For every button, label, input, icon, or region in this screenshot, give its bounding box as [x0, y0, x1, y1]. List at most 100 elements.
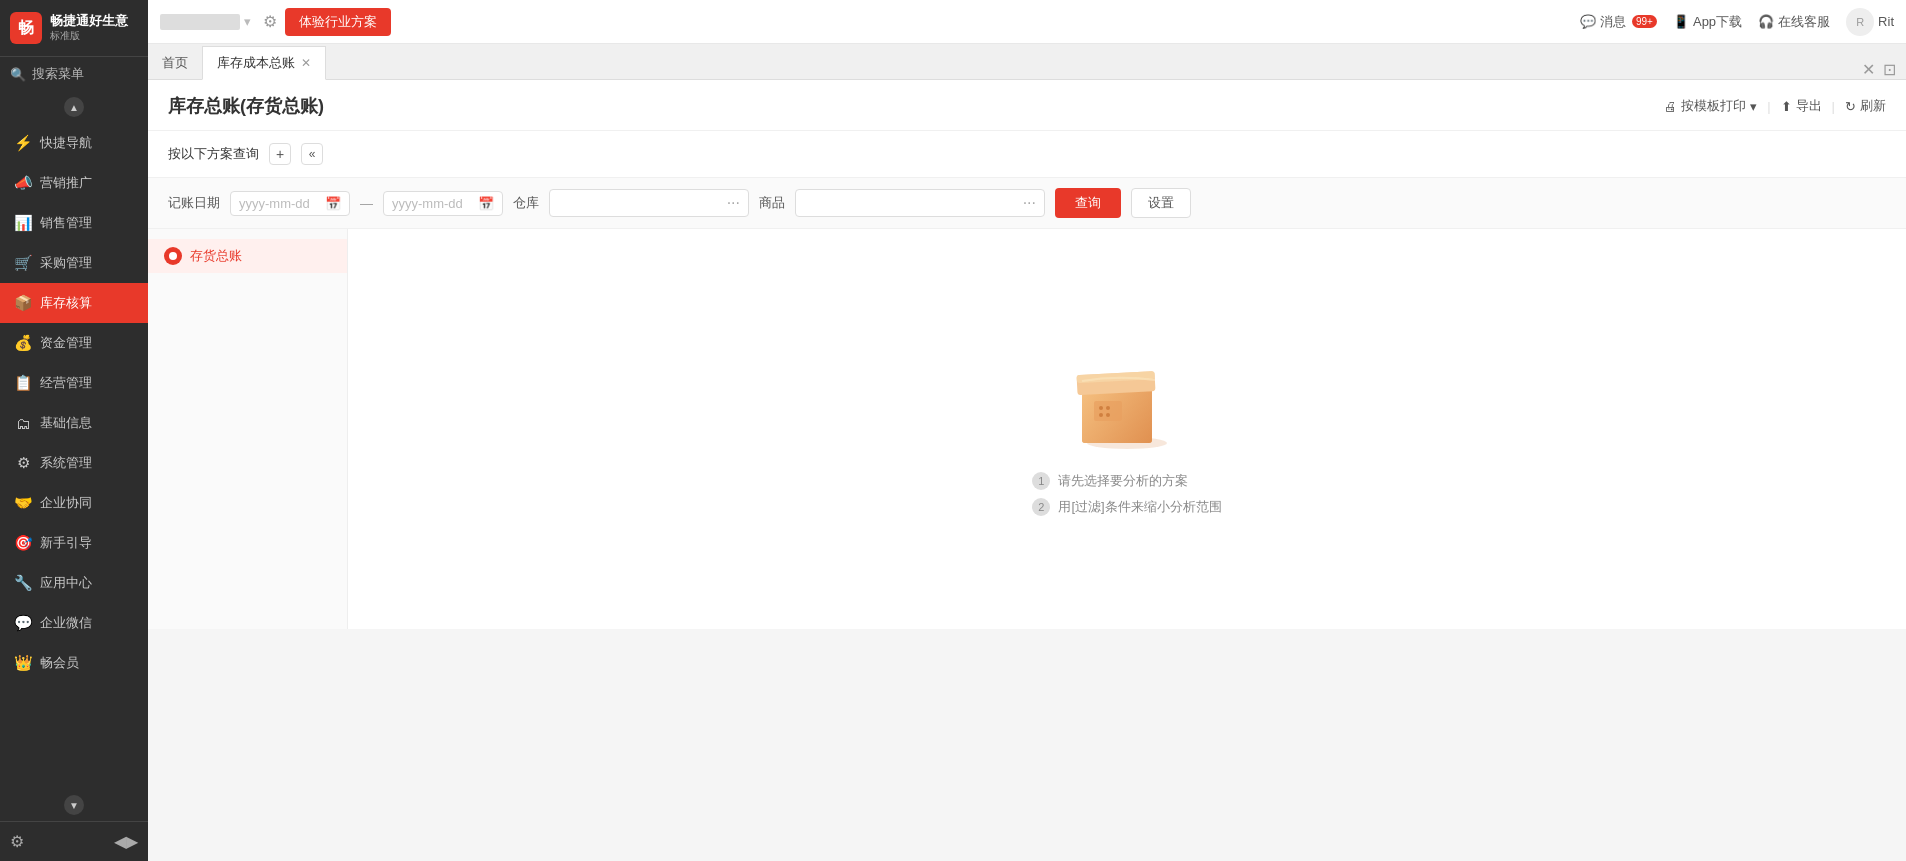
- tab-panel-close-btn[interactable]: ✕: [1862, 60, 1875, 79]
- main-area: ▾ ⚙ 体验行业方案 💬 消息 99+ 📱 App下载 🎧 在线客服 R Rit: [148, 0, 1906, 861]
- print-template-btn[interactable]: 🖨 按模板打印 ▾: [1664, 97, 1757, 115]
- svg-point-10: [1106, 413, 1110, 417]
- refresh-btn[interactable]: ↻ 刷新: [1845, 97, 1886, 115]
- system-icon: ⚙: [14, 454, 32, 472]
- tab-home-label: 首页: [162, 54, 188, 72]
- svg-point-0: [169, 252, 177, 260]
- vip-label: 畅会员: [40, 654, 79, 672]
- sidebar-toggle-btn[interactable]: ◀▶: [114, 832, 138, 851]
- date-separator: —: [360, 196, 373, 211]
- sales-icon: 📊: [14, 214, 32, 232]
- sidebar-item-coop[interactable]: 🤝 企业协同: [0, 483, 148, 523]
- warehouse-select[interactable]: ···: [549, 189, 749, 217]
- sidebar-item-quick-nav[interactable]: ⚡ 快捷导航: [0, 123, 148, 163]
- coop-label: 企业协同: [40, 494, 92, 512]
- basic-label: 基础信息: [40, 414, 92, 432]
- topbar-settings-icon[interactable]: ⚙: [263, 12, 277, 31]
- user-avatar-btn[interactable]: R Rit: [1846, 8, 1894, 36]
- sidebar-item-inventory[interactable]: 📦 库存核算: [0, 283, 148, 323]
- date-start-input[interactable]: yyyy-mm-dd 📅: [230, 191, 350, 216]
- tab-home[interactable]: 首页: [148, 46, 202, 79]
- filter-row: 记账日期 yyyy-mm-dd 📅 — yyyy-mm-dd 📅 仓库 ··· …: [148, 178, 1906, 229]
- solution-button[interactable]: 体验行业方案: [285, 8, 391, 36]
- sidebar-item-apps[interactable]: 🔧 应用中心: [0, 563, 148, 603]
- messages-icon: 💬: [1580, 14, 1596, 29]
- inventory-icon: 📦: [14, 294, 32, 312]
- tab-panel-resize-btn[interactable]: ⊡: [1883, 60, 1896, 79]
- sidebar-item-marketing[interactable]: 📣 营销推广: [0, 163, 148, 203]
- date-end-input[interactable]: yyyy-mm-dd 📅: [383, 191, 503, 216]
- svg-point-8: [1099, 413, 1103, 417]
- sidebar-item-newbie[interactable]: 🎯 新手引导: [0, 523, 148, 563]
- app-name: 畅捷通好生意: [50, 13, 128, 30]
- filter-collapse-btn[interactable]: «: [301, 143, 323, 165]
- sidebar-item-wechat[interactable]: 💬 企业微信: [0, 603, 148, 643]
- messages-btn[interactable]: 💬 消息 99+: [1580, 13, 1657, 31]
- hint-num-2: 2: [1032, 498, 1050, 516]
- print-chevron-icon: ▾: [1750, 99, 1757, 114]
- tab-inventory-ledger[interactable]: 库存成本总账 ✕: [202, 46, 326, 80]
- refresh-icon: ↻: [1845, 99, 1856, 114]
- hint-text-1: 请先选择要分析的方案: [1058, 472, 1188, 490]
- sidebar-item-operations[interactable]: 📋 经营管理: [0, 363, 148, 403]
- filter-area: 按以下方案查询 + «: [148, 131, 1906, 178]
- tab-close-icon[interactable]: ✕: [301, 56, 311, 70]
- empty-state-graphic: [1062, 343, 1192, 456]
- page-header-actions: 🖨 按模板打印 ▾ | ⬆ 导出 | ↻ 刷新: [1664, 97, 1886, 115]
- online-service-label: 在线客服: [1778, 13, 1830, 31]
- scroll-up-btn[interactable]: ▲: [64, 97, 84, 117]
- topbar: ▾ ⚙ 体验行业方案 💬 消息 99+ 📱 App下载 🎧 在线客服 R Rit: [148, 0, 1906, 44]
- online-service-btn[interactable]: 🎧 在线客服: [1758, 13, 1830, 31]
- page-panel: 库存总账(存货总账) 🖨 按模板打印 ▾ | ⬆ 导出 | ↻: [148, 80, 1906, 629]
- content-main: 1 请先选择要分析的方案 2 用[过滤]条件来缩小分析范围: [348, 229, 1906, 629]
- sidebar: 畅 畅捷通好生意 标准版 🔍 搜索菜单 ▲ ⚡ 快捷导航 📣 营销推广 📊 销售…: [0, 0, 148, 861]
- goods-select[interactable]: ···: [795, 189, 1045, 217]
- warehouse-label: 仓库: [513, 194, 539, 212]
- breadcrumb: ▾: [160, 14, 251, 30]
- sidebar-item-finance[interactable]: 💰 资金管理: [0, 323, 148, 363]
- divider1: |: [1767, 99, 1770, 114]
- user-avatar: R: [1846, 8, 1874, 36]
- warehouse-more-icon[interactable]: ···: [727, 194, 740, 212]
- scheme-panel: 存货总账: [148, 229, 348, 629]
- breadcrumb-chevron-icon: ▾: [244, 14, 251, 29]
- empty-state: 1 请先选择要分析的方案 2 用[过滤]条件来缩小分析范围: [1032, 343, 1221, 516]
- sidebar-item-system[interactable]: ⚙ 系统管理: [0, 443, 148, 483]
- online-service-icon: 🎧: [1758, 14, 1774, 29]
- date-field-label: 记账日期: [168, 194, 220, 212]
- export-btn[interactable]: ⬆ 导出: [1781, 97, 1822, 115]
- purchase-label: 采购管理: [40, 254, 92, 272]
- scroll-down-btn[interactable]: ▼: [64, 795, 84, 815]
- date-start-placeholder: yyyy-mm-dd: [239, 196, 310, 211]
- settings-button[interactable]: 设置: [1131, 188, 1191, 218]
- goods-more-icon[interactable]: ···: [1023, 194, 1036, 212]
- tabs-bar: 首页 库存成本总账 ✕ ✕ ⊡: [148, 44, 1906, 80]
- filter-add-btn[interactable]: +: [269, 143, 291, 165]
- query-button[interactable]: 查询: [1055, 188, 1121, 218]
- hint-text-2: 用[过滤]条件来缩小分析范围: [1058, 498, 1221, 516]
- sidebar-item-purchase[interactable]: 🛒 采购管理: [0, 243, 148, 283]
- marketing-icon: 📣: [14, 174, 32, 192]
- sidebar-settings-btn[interactable]: ⚙: [10, 832, 24, 851]
- hint-num-1: 1: [1032, 472, 1050, 490]
- export-icon: ⬆: [1781, 99, 1792, 114]
- print-icon: 🖨: [1664, 99, 1677, 114]
- scheme-item-inventory-total[interactable]: 存货总账: [148, 239, 347, 273]
- goods-label: 商品: [759, 194, 785, 212]
- search-menu-label: 搜索菜单: [32, 65, 84, 83]
- quick-nav-icon: ⚡: [14, 134, 32, 152]
- sidebar-logo: 畅 畅捷通好生意 标准版: [0, 0, 148, 57]
- app-download-label: App下载: [1693, 13, 1742, 31]
- search-menu[interactable]: 🔍 搜索菜单: [0, 57, 148, 91]
- wechat-label: 企业微信: [40, 614, 92, 632]
- sidebar-item-vip[interactable]: 👑 畅会员: [0, 643, 148, 683]
- empty-hints: 1 请先选择要分析的方案 2 用[过滤]条件来缩小分析范围: [1032, 472, 1221, 516]
- app-download-btn[interactable]: 📱 App下载: [1673, 13, 1742, 31]
- sidebar-item-basic[interactable]: 🗂 基础信息: [0, 403, 148, 443]
- sidebar-item-sales[interactable]: 📊 销售管理: [0, 203, 148, 243]
- page-title: 库存总账(存货总账): [168, 94, 324, 118]
- purchase-icon: 🛒: [14, 254, 32, 272]
- refresh-label: 刷新: [1860, 97, 1886, 115]
- app-badge: 标准版: [50, 29, 128, 43]
- finance-label: 资金管理: [40, 334, 92, 352]
